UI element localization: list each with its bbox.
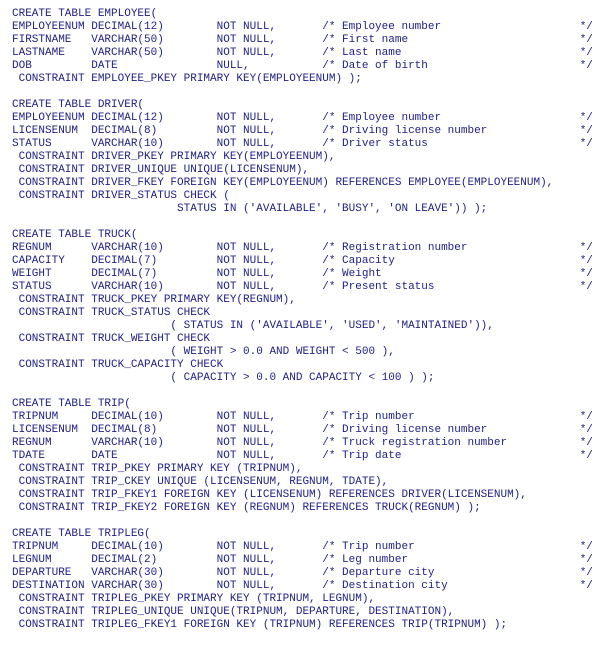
sql-ddl-document: CREATE TABLE EMPLOYEE( EMPLOYEENUM DECIM… [0,0,602,640]
